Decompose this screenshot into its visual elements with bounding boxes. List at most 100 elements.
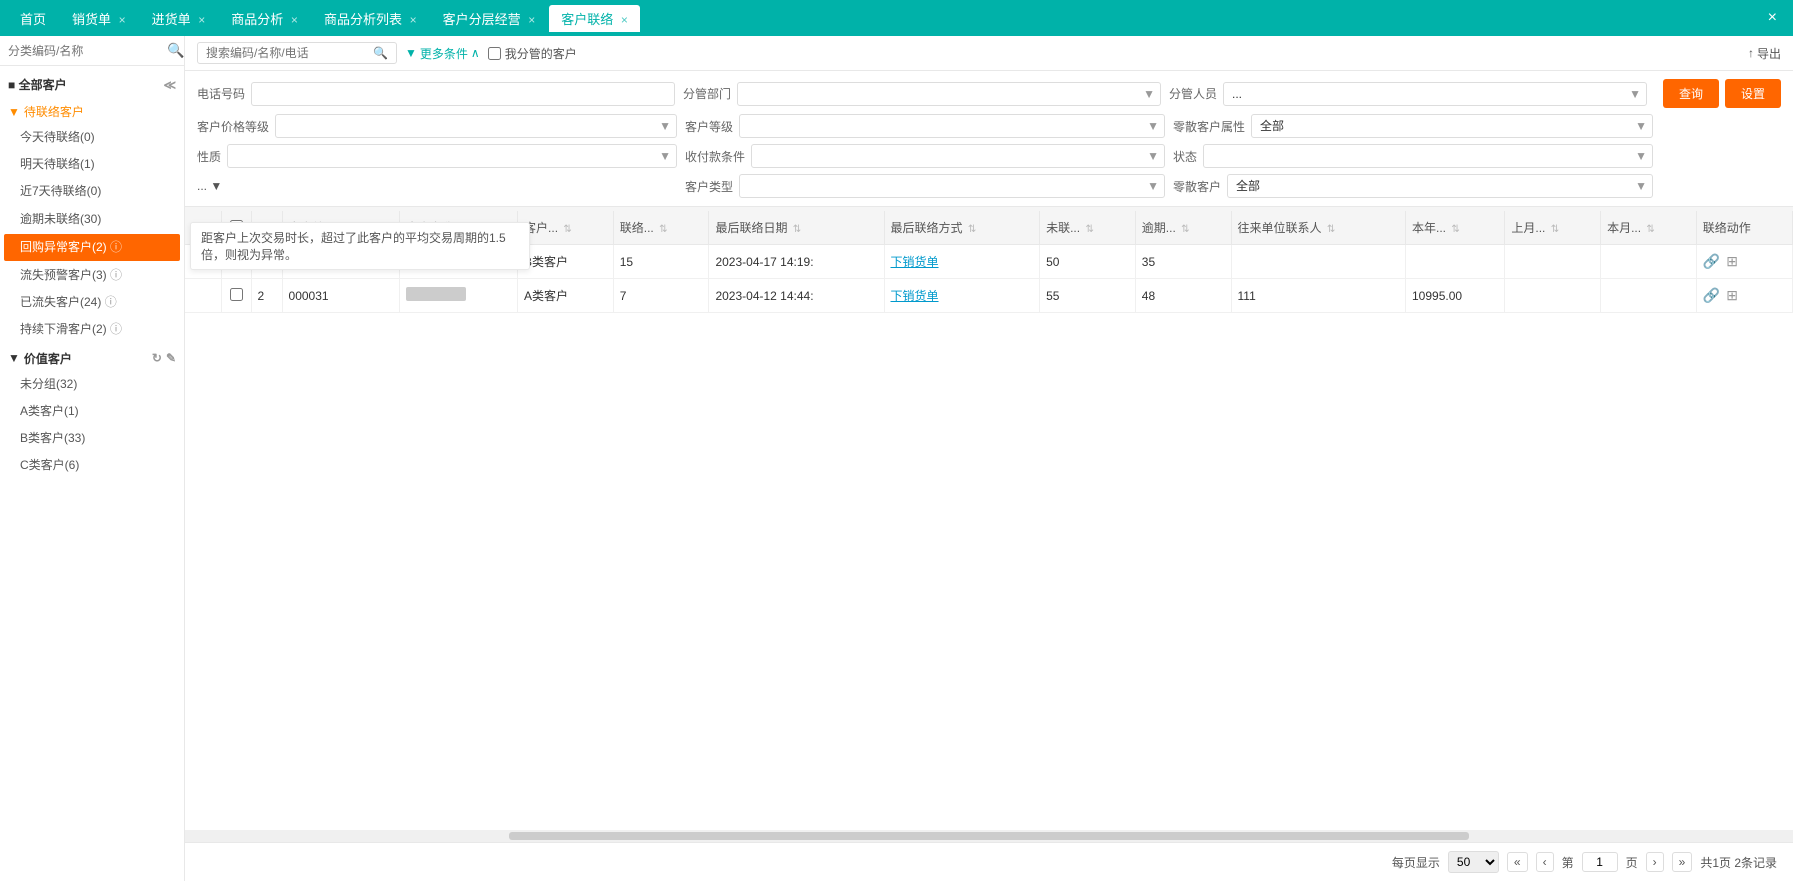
person-select[interactable]: ... — [1223, 82, 1647, 106]
last-page-btn[interactable]: » — [1672, 852, 1693, 872]
dept-select[interactable] — [737, 82, 1161, 106]
phone-input[interactable] — [251, 82, 675, 106]
col-contact[interactable]: 联络... ⇅ — [613, 211, 709, 245]
search-icon[interactable]: 🔍 — [373, 46, 388, 60]
col-this-month[interactable]: 本月... ⇅ — [1601, 211, 1697, 245]
more-fields-btn[interactable]: ... ▼ — [197, 179, 222, 193]
retail-attr-label: 零散客户属性 — [1173, 118, 1245, 135]
sidebar-item-class-a[interactable]: A类客户(1) — [0, 398, 184, 425]
row-uncontact-1: 55 — [1040, 279, 1136, 313]
page-unit-label: 页 — [1626, 854, 1638, 871]
sidebar-item-abnormal[interactable]: 回购异常客户(2) ⓘ — [4, 234, 180, 261]
horizontal-scrollbar[interactable] — [185, 830, 1793, 842]
scroll-thumb[interactable] — [509, 832, 1469, 840]
sort-overdue[interactable]: ⇅ — [1181, 224, 1189, 235]
sort-history[interactable]: ⇅ — [1327, 224, 1335, 235]
retail-attr-select[interactable]: 全部 — [1251, 114, 1653, 138]
row-checkbox-1[interactable] — [221, 279, 251, 313]
tab-product-list[interactable]: 商品分析列表 × — [312, 5, 429, 32]
col-overdue[interactable]: 逾期... ⇅ — [1135, 211, 1231, 245]
my-customers-checkbox[interactable]: 我分管的客户 — [488, 45, 577, 62]
sort-last-month[interactable]: ⇅ — [1551, 224, 1559, 235]
price-level-select[interactable] — [275, 114, 677, 138]
first-page-btn[interactable]: « — [1507, 852, 1528, 872]
sidebar-item-7days[interactable]: 近7天待联络(0) — [0, 178, 184, 205]
sidebar-item-unclassified[interactable]: 未分组(32) — [0, 371, 184, 398]
customer-type-select[interactable] — [739, 174, 1165, 198]
action-grid-icon-0[interactable]: ⊞ — [1726, 253, 1738, 270]
customer-level-select[interactable] — [739, 114, 1165, 138]
sidebar-item-churn-warning[interactable]: 流失预警客户(3) ⓘ — [0, 262, 184, 289]
row-last-method-0[interactable]: 下销货单 — [884, 245, 1040, 279]
refresh-icon[interactable]: ↻ — [152, 351, 162, 365]
customer-level-label: 客户等级 — [685, 118, 733, 135]
export-button[interactable]: ↑ 导出 — [1748, 45, 1781, 62]
sidebar-collapse-icon[interactable]: ≪ — [163, 78, 176, 92]
per-page-select[interactable]: 50 100 200 — [1448, 851, 1499, 873]
row-last-method-1[interactable]: 下销货单 — [884, 279, 1040, 313]
close-purchase-icon[interactable]: × — [198, 13, 205, 27]
sidebar-all-customers[interactable]: ■ 全部客户 ≪ — [0, 70, 184, 99]
col-this-year[interactable]: 本年... ⇅ — [1406, 211, 1505, 245]
sort-last-method[interactable]: ⇅ — [968, 224, 976, 235]
settings-button[interactable]: 设置 — [1725, 79, 1781, 108]
col-uncontact[interactable]: 未联... ⇅ — [1040, 211, 1136, 245]
col-history-contact[interactable]: 往来单位联系人 ⇅ — [1231, 211, 1406, 245]
sidebar-group-pending[interactable]: ▼ 待联络客户 — [0, 99, 184, 124]
col-type[interactable]: 客户... ⇅ — [518, 211, 614, 245]
sort-this-month[interactable]: ⇅ — [1646, 224, 1654, 235]
tab-customer-contact[interactable]: 客户联络 × — [549, 5, 640, 32]
col-last-month[interactable]: 上月... ⇅ — [1505, 211, 1601, 245]
sidebar-value-group: ▼ 价值客户 ↻ ✎ — [0, 344, 184, 371]
sidebar-search-icon[interactable]: 🔍 — [167, 42, 184, 59]
sidebar-value-arrow[interactable]: ▼ — [8, 351, 20, 365]
sidebar-all-label: ■ 全部客户 — [8, 76, 67, 93]
tab-purchase[interactable]: 进货单 × — [140, 5, 218, 32]
customer-type-field: 客户类型 ▼ — [685, 174, 1165, 198]
tab-sales[interactable]: 销货单 × — [60, 5, 138, 32]
row-contact-0: 15 — [613, 245, 709, 279]
sidebar-search-input[interactable] — [8, 44, 163, 58]
sort-this-year[interactable]: ⇅ — [1451, 224, 1459, 235]
tab-home[interactable]: 首页 — [8, 5, 58, 32]
sidebar-item-overdue[interactable]: 逾期未联络(30) — [0, 206, 184, 233]
status-select[interactable] — [1203, 144, 1653, 168]
nature-select[interactable] — [227, 144, 677, 168]
sidebar-item-class-c[interactable]: C类客户(6) — [0, 452, 184, 479]
page-input[interactable] — [1582, 852, 1618, 872]
query-button[interactable]: 查询 — [1663, 79, 1719, 108]
sort-uncontact[interactable]: ⇅ — [1085, 224, 1093, 235]
sidebar-body: ■ 全部客户 ≪ ▼ 待联络客户 今天待联络(0) 明天待联络(1) 近7天待联… — [0, 66, 184, 881]
close-product-list-icon[interactable]: × — [410, 13, 417, 27]
retail-customer-select[interactable]: 全部 — [1227, 174, 1653, 198]
col-last-date[interactable]: 最后联络日期 ⇅ — [709, 211, 884, 245]
close-customer-tier-icon[interactable]: × — [528, 13, 535, 27]
prev-page-btn[interactable]: ‹ — [1536, 852, 1554, 872]
next-page-btn[interactable]: › — [1646, 852, 1664, 872]
sort-last-date[interactable]: ⇅ — [793, 224, 801, 235]
sidebar-item-class-b[interactable]: B类客户(33) — [0, 425, 184, 452]
sort-contact[interactable]: ⇅ — [659, 224, 667, 235]
close-customer-contact-icon[interactable]: × — [621, 13, 628, 27]
tab-product-analysis[interactable]: 商品分析 × — [219, 5, 310, 32]
action-link-icon-1[interactable]: 🔗 — [1703, 287, 1720, 304]
search-input[interactable] — [206, 46, 369, 60]
sidebar-item-declining[interactable]: 持续下滑客户(2) ⓘ — [0, 316, 184, 343]
window-close-button[interactable]: × — [1760, 9, 1785, 27]
action-link-icon-0[interactable]: 🔗 — [1703, 253, 1720, 270]
edit-icon[interactable]: ✎ — [166, 351, 176, 365]
more-conditions-btn[interactable]: ▼ 更多条件 ∧ — [405, 45, 480, 62]
search-box: 🔍 — [197, 42, 397, 64]
sidebar-item-lost[interactable]: 已流失客户(24) ⓘ — [0, 289, 184, 316]
payment-select[interactable] — [751, 144, 1165, 168]
col-last-method[interactable]: 最后联络方式 ⇅ — [884, 211, 1040, 245]
table-row: 2 000031 A类客户 7 2023-04-12 14:44: 下销货单 5… — [185, 279, 1793, 313]
close-product-analysis-icon[interactable]: × — [291, 13, 298, 27]
my-customers-check[interactable] — [488, 47, 501, 60]
sidebar-item-today[interactable]: 今天待联络(0) — [0, 124, 184, 151]
tab-customer-tier[interactable]: 客户分层经营 × — [431, 5, 548, 32]
action-grid-icon-1[interactable]: ⊞ — [1726, 287, 1738, 304]
sidebar-item-tomorrow[interactable]: 明天待联络(1) — [0, 151, 184, 178]
close-sales-icon[interactable]: × — [119, 13, 126, 27]
sort-type[interactable]: ⇅ — [563, 224, 571, 235]
